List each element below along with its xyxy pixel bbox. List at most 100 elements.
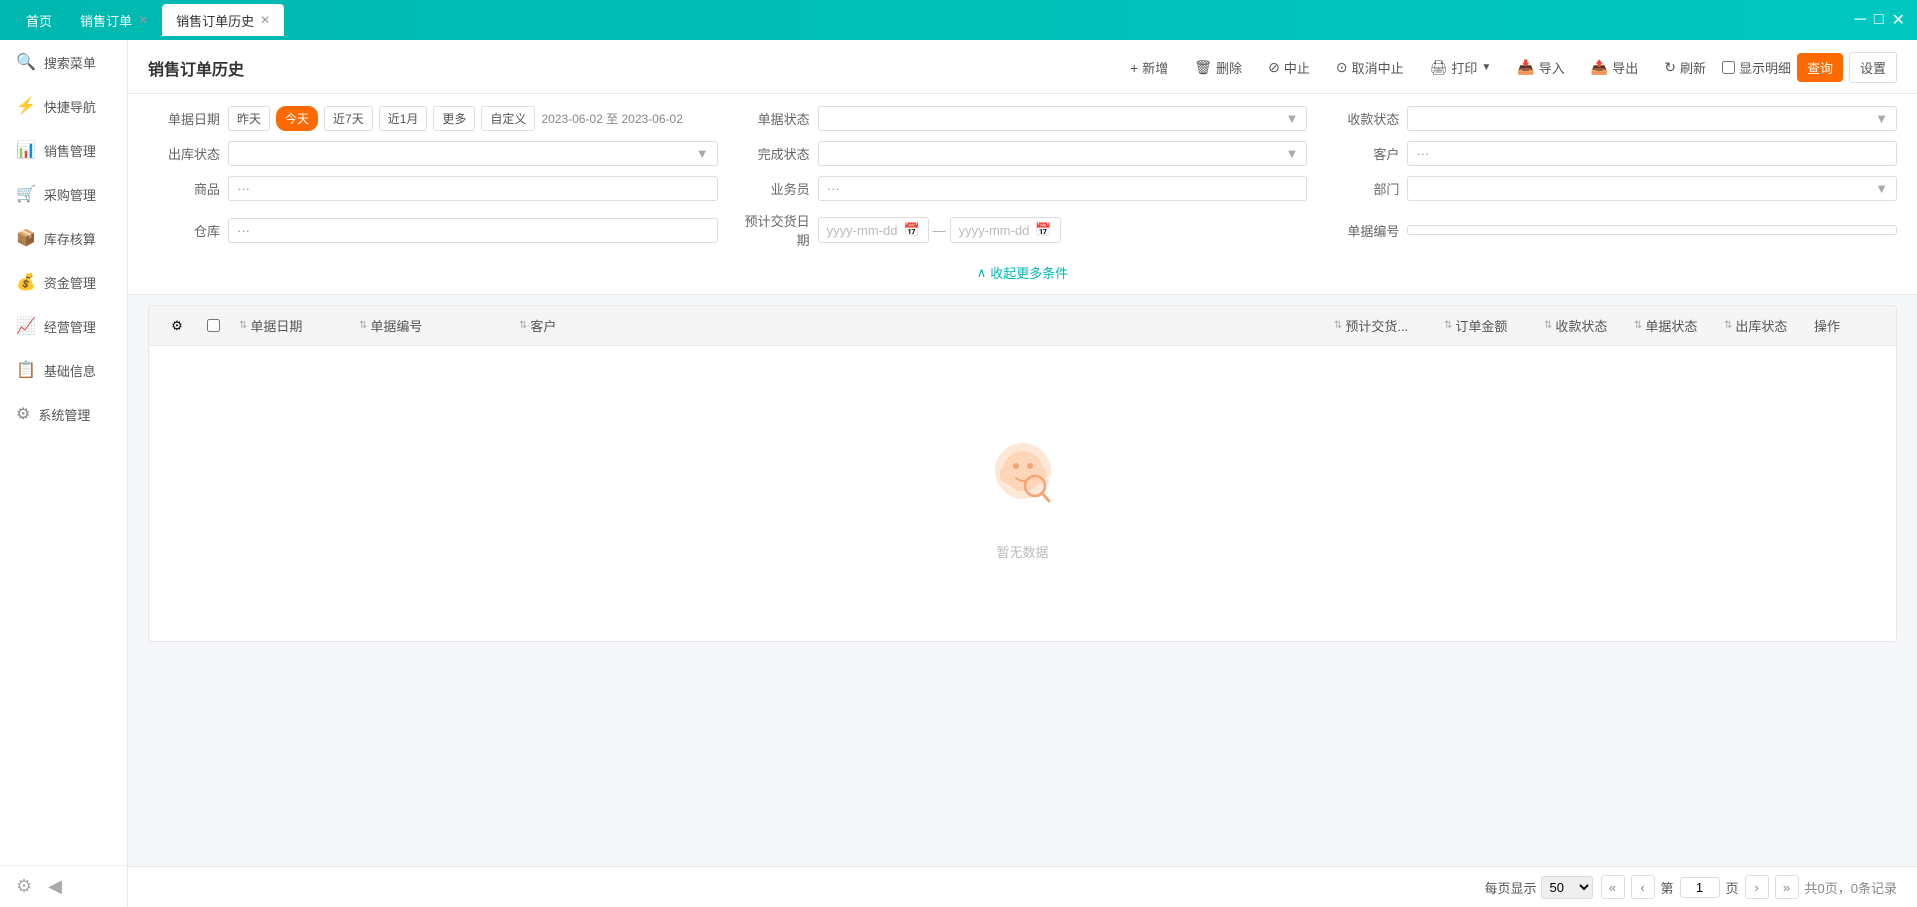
display-toggle-checkbox[interactable] [1722,61,1735,74]
page-size-select[interactable]: 50 100 200 [1541,876,1593,899]
sort-icon-out-status: ⇅ [1724,320,1732,331]
first-page-btn[interactable]: « [1601,875,1625,899]
window-close-icon[interactable]: ✕ [1892,10,1905,30]
next-page-btn[interactable]: › [1745,875,1769,899]
cancel-stop-label: 取消中止 [1352,58,1404,77]
maximize-icon[interactable]: □ [1874,11,1884,29]
page-number-input[interactable] [1680,877,1720,898]
filter-section-completion: 完成状态 ▼ [738,141,1308,166]
warehouse-input[interactable]: ··· [228,218,718,243]
empty-text: 暂无数据 [996,542,1048,561]
sidebar-item-operations[interactable]: 📈 经营管理 [0,304,127,348]
filter-section-delivery: 预计交货日期 yyyy-mm-dd 📅 — yyyy-mm-dd 📅 [738,211,1308,249]
sidebar-item-purchase[interactable]: 🛒 采购管理 [0,172,127,216]
sidebar-item-basic-info[interactable]: 📋 基础信息 [0,348,127,392]
stop-label: 中止 [1284,58,1310,77]
sidebar-item-system[interactable]: ⚙ 系统管理 [0,392,127,436]
th-amount[interactable]: ⇅ 订单金额 [1436,316,1536,335]
refresh-button[interactable]: ↻ 刷新 [1654,53,1716,82]
custom-btn[interactable]: 自定义 [481,106,535,131]
last-page-btn[interactable]: » [1775,875,1799,899]
filter-row-1: 单据日期 昨天 今天 近7天 近1月 更多 自定义 2023-06-02 至 2… [148,106,1897,131]
th-customer[interactable]: ⇅ 客户 [511,316,1326,335]
settings-gear-icon[interactable]: ⚙ [171,318,183,334]
delete-icon: 🗑 [1194,59,1212,76]
sales-icon: 📊 [16,140,36,160]
sidebar-item-search[interactable]: 🔍 搜索菜单 [0,40,127,84]
voucher-status-select[interactable]: ▼ [818,106,1308,131]
print-label: 打印 [1451,58,1477,77]
sidebar-collapse-icon[interactable]: ◀ [48,876,62,897]
home-tab-label: 首页 [26,11,52,30]
yesterday-btn[interactable]: 昨天 [228,106,270,131]
more-btn[interactable]: 更多 [433,106,475,131]
1month-btn[interactable]: 近1月 [379,106,428,131]
print-button[interactable]: 🖨 打印 ▼ [1420,53,1502,82]
delivery-label: 预计交货日期 [738,211,818,249]
voucher-date-label: 单据日期 [148,109,228,128]
th-action: 操作 [1806,316,1886,335]
7days-btn[interactable]: 近7天 [324,106,373,131]
query-button[interactable]: 查询 [1797,53,1843,82]
delivery-end-placeholder: yyyy-mm-dd [959,223,1030,238]
th-pay-status[interactable]: ⇅ 收款状态 [1536,316,1626,335]
delivery-end-input[interactable]: yyyy-mm-dd 📅 [950,217,1061,243]
th-checkbox[interactable] [195,319,231,332]
tab-sales-order[interactable]: 销售订单 ✕ [66,4,162,36]
th-customer-label: 客户 [530,316,556,335]
cancel-stop-button[interactable]: ⊙ 取消中止 [1326,53,1414,82]
page-label-pre: 第 [1661,878,1674,897]
operations-icon: 📈 [16,316,36,336]
delete-button[interactable]: 🗑 删除 [1184,53,1252,82]
delivery-start-input[interactable]: yyyy-mm-dd 📅 [818,217,929,243]
sales-order-close-icon[interactable]: ✕ [138,13,148,27]
settings-label: 设置 [1860,58,1886,77]
filter-collapse-row: ∧ 收起更多条件 [148,259,1897,282]
sidebar-item-inventory[interactable]: 📦 库存核算 [0,216,127,260]
completion-status-select[interactable]: ▼ [818,141,1308,166]
import-button[interactable]: 📥 导入 [1507,53,1574,82]
page-nav: « ‹ 第 页 › » 共0页，0条记录 [1601,875,1898,899]
goods-dots: ··· [237,181,250,196]
sales-history-tab-label: 销售订单历史 [176,11,254,30]
th-delivery[interactable]: ⇅ 预计交货... [1326,316,1436,335]
th-settings[interactable]: ⚙ [159,318,195,334]
today-btn[interactable]: 今天 [276,106,318,131]
date-range-text: 2023-06-02 至 2023-06-02 [541,110,682,127]
goods-input[interactable]: ··· [228,176,718,201]
stop-button[interactable]: ⊘ 中止 [1258,53,1320,82]
th-date[interactable]: ⇅ 单据日期 [231,316,351,335]
sidebar-settings-icon[interactable]: ⚙ [16,876,32,897]
th-order-status[interactable]: ⇅ 单据状态 [1626,316,1716,335]
sidebar-search-label: 搜索菜单 [44,53,96,72]
prev-page-btn[interactable]: ‹ [1631,875,1655,899]
payment-status-select[interactable]: ▼ [1407,106,1897,131]
filter-row-4: 仓库 ··· 预计交货日期 yyyy-mm-dd 📅 — yyyy-mm-dd [148,211,1897,249]
sidebar-item-sales[interactable]: 📊 销售管理 [0,128,127,172]
sidebar-item-quick-nav[interactable]: ⚡ 快捷导航 [0,84,127,128]
new-button[interactable]: + 新增 [1120,53,1178,82]
tab-home[interactable]: 首页 [12,4,66,36]
th-out-status[interactable]: ⇅ 出库状态 [1716,316,1806,335]
settings-button[interactable]: 设置 [1849,52,1897,83]
collapse-button[interactable]: ∧ 收起更多条件 [977,263,1069,282]
department-select[interactable]: ▼ [1407,176,1897,201]
select-all-checkbox[interactable] [207,319,220,332]
sort-icon-number: ⇅ [359,320,367,331]
table-section: ⚙ ⇅ 单据日期 ⇅ 单据编号 ⇅ 客户 [128,295,1917,866]
tab-sales-history[interactable]: 销售订单历史 ✕ [162,4,284,36]
export-button[interactable]: 📤 导出 [1581,53,1648,82]
th-number[interactable]: ⇅ 单据编号 [351,316,511,335]
delete-label: 删除 [1216,58,1242,77]
outbound-status-select[interactable]: ▼ [228,141,718,166]
top-bar: 首页 销售订单 ✕ 销售订单历史 ✕ ─ □ ✕ [0,0,1917,40]
sort-icon-order-status: ⇅ [1634,320,1642,331]
system-icon: ⚙ [16,404,30,424]
minimize-icon[interactable]: ─ [1855,11,1866,29]
voucher-number-input[interactable] [1407,225,1897,235]
sales-history-close-icon[interactable]: ✕ [260,13,270,27]
salesperson-input[interactable]: ··· [818,176,1308,201]
voucher-number-label: 单据编号 [1327,221,1407,240]
customer-input[interactable]: ··· [1407,141,1897,166]
sidebar-item-finance[interactable]: 💰 资金管理 [0,260,127,304]
